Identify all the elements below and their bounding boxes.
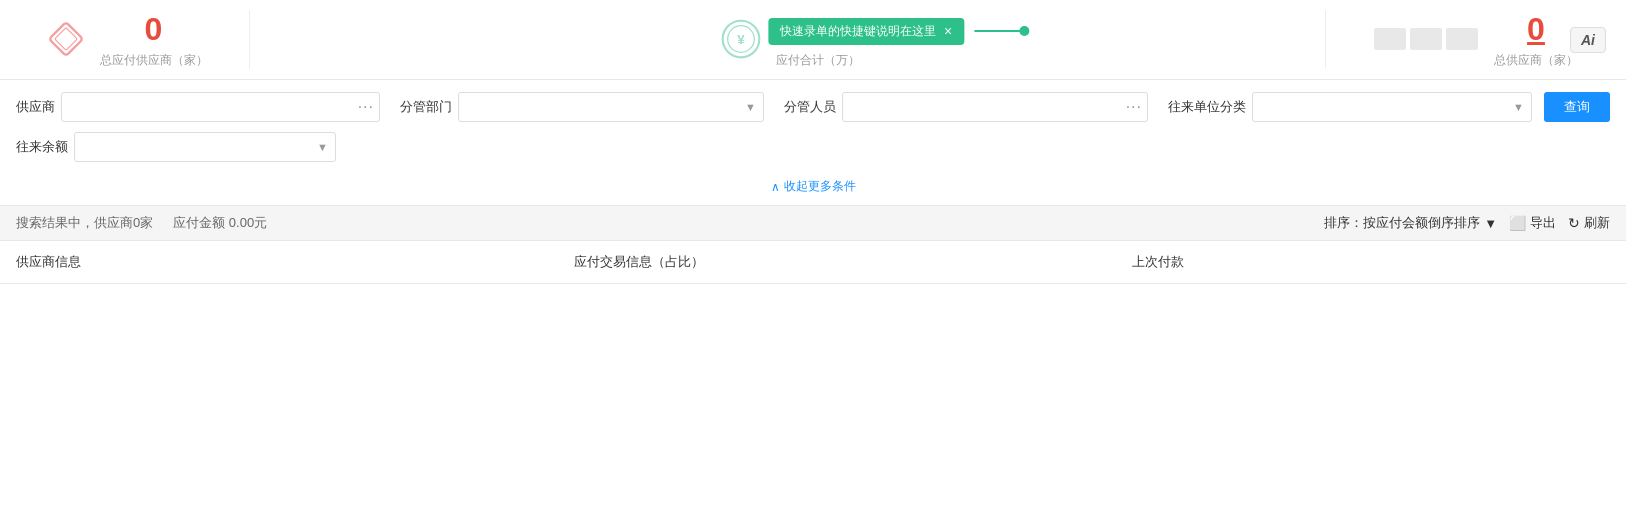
result-left: 搜索结果中，供应商0家 应付金额 0.00元: [16, 214, 267, 232]
payable-suppliers-number: 0: [145, 10, 163, 48]
stats-bar: 0 总应付供应商（家） ¥ 0.00 应付合计（万） 快速录单的快捷键说明在这里…: [0, 0, 1626, 80]
supplier-input[interactable]: [61, 92, 380, 122]
payable-suppliers-label: 总应付供应商（家）: [100, 52, 208, 69]
filter-row-2: 往来余额 ▼: [16, 132, 336, 162]
dept-filter: 分管部门 ▼: [400, 92, 764, 122]
export-button[interactable]: ⬜ 导出: [1509, 214, 1556, 232]
placeholder-boxes: [1374, 28, 1478, 50]
amount-info: 应付金额 0.00元: [173, 214, 267, 232]
search-info: 搜索结果中，供应商0家: [16, 214, 153, 232]
collapse-button[interactable]: ∧ 收起更多条件: [771, 178, 856, 195]
total-suppliers-section: 0 总供应商（家） Ai: [1326, 10, 1626, 69]
query-button[interactable]: 查询: [1544, 92, 1610, 122]
total-suppliers-label: 总供应商（家）: [1494, 52, 1578, 69]
sort-arrow-icon: ▼: [1484, 216, 1497, 231]
category-select[interactable]: [1252, 92, 1532, 122]
collapse-row: ∧ 收起更多条件: [16, 172, 1610, 205]
category-label: 往来单位分类: [1168, 98, 1246, 116]
col-lastpay-header: 上次付款: [1132, 253, 1610, 271]
col-transaction-header: 应付交易信息（占比）: [574, 253, 1132, 271]
supplier-input-wrap: ···: [61, 92, 380, 122]
collapse-label: 收起更多条件: [784, 178, 856, 195]
refresh-label: 刷新: [1584, 214, 1610, 232]
person-input-wrap: ···: [842, 92, 1148, 122]
dept-label: 分管部门: [400, 98, 452, 116]
sort-label: 排序：按应付会额倒序排序: [1324, 214, 1480, 232]
balance-select-wrap: ▼: [74, 132, 336, 162]
dept-select[interactable]: [458, 92, 764, 122]
logo-section: 0 总应付供应商（家）: [0, 10, 250, 69]
export-label: 导出: [1530, 214, 1556, 232]
refresh-icon: ↻: [1568, 215, 1580, 231]
category-filter: 往来单位分类 ▼: [1168, 92, 1532, 122]
payable-total-label: 应付合计（万）: [776, 52, 860, 69]
refresh-button[interactable]: ↻ 刷新: [1568, 214, 1610, 232]
filter-row-1: 供应商 ··· 分管部门 ▼ 分管人员 ···: [16, 92, 1610, 122]
export-icon: ⬜: [1509, 215, 1526, 231]
person-dots[interactable]: ···: [1126, 98, 1142, 116]
person-label: 分管人员: [784, 98, 836, 116]
table-header: 供应商信息 应付交易信息（占比） 上次付款: [0, 241, 1626, 284]
svg-text:¥: ¥: [737, 32, 745, 47]
person-input[interactable]: [842, 92, 1148, 122]
stat-total-suppliers: 0 总供应商（家）: [1494, 10, 1578, 69]
supplier-filter: 供应商 ···: [16, 92, 380, 122]
tooltip-close-btn[interactable]: ×: [944, 24, 952, 38]
person-filter: 分管人员 ···: [784, 92, 1148, 122]
category-select-wrap: ▼: [1252, 92, 1532, 122]
coin-icon: ¥: [716, 14, 766, 64]
dept-select-wrap: ▼: [458, 92, 764, 122]
payable-total-section: ¥ 0.00 应付合计（万） 快速录单的快捷键说明在这里 ×: [250, 10, 1326, 69]
filter-section: 供应商 ··· 分管部门 ▼ 分管人员 ···: [0, 80, 1626, 206]
ai-badge[interactable]: Ai: [1570, 27, 1606, 53]
total-suppliers-number: 0: [1527, 10, 1545, 48]
col-supplier-header: 供应商信息: [16, 253, 574, 271]
supplier-dots[interactable]: ···: [358, 98, 374, 116]
balance-label: 往来余额: [16, 138, 68, 156]
stat-payable-suppliers: 0 总应付供应商（家）: [100, 10, 208, 69]
table-body: [0, 284, 1626, 484]
supplier-label: 供应商: [16, 98, 55, 116]
tooltip-bubble: 快速录单的快捷键说明在这里 ×: [768, 18, 964, 45]
sort-select[interactable]: 排序：按应付会额倒序排序 ▼: [1324, 214, 1497, 232]
tooltip-text: 快速录单的快捷键说明在这里: [780, 23, 936, 40]
collapse-up-icon: ∧: [771, 180, 780, 194]
result-bar: 搜索结果中，供应商0家 应付金额 0.00元 排序：按应付会额倒序排序 ▼ ⬜ …: [0, 206, 1626, 241]
result-right: 排序：按应付会额倒序排序 ▼ ⬜ 导出 ↻ 刷新: [1324, 214, 1610, 232]
svg-rect-0: [49, 23, 83, 57]
balance-select[interactable]: [74, 132, 336, 162]
diamond-icon: [42, 15, 90, 63]
balance-filter: 往来余额 ▼: [16, 132, 336, 162]
tooltip-dot: [1019, 26, 1029, 36]
